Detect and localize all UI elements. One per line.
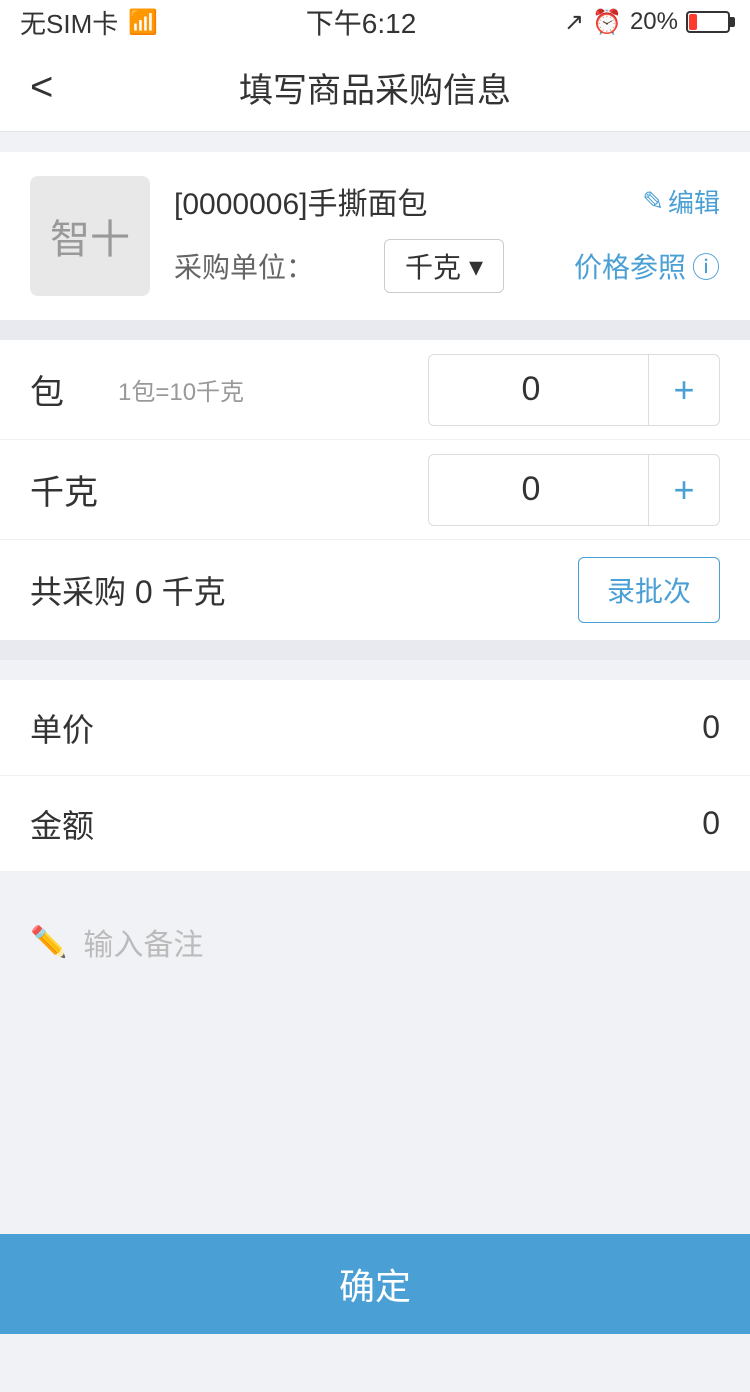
unit-price-label: 单价 [30,705,94,751]
amount-value: 0 [702,805,720,842]
section-divider-1 [0,320,750,340]
package-sublabel: 1包=10千克 [118,372,244,407]
price-ref-button[interactable]: 价格参照 ⓘ [574,246,720,286]
edit-button[interactable]: ✎ 编辑 [642,183,720,220]
chevron-down-icon: ▾ [469,250,483,283]
summary-row: 共采购 0 千克 录批次 [0,540,750,640]
input-section: 包 1包=10千克 + 千克 + [0,340,750,540]
battery-fill [689,14,697,30]
back-button[interactable]: < [20,55,63,120]
kilogram-field-wrapper: + [110,454,720,526]
nav-bar: < 填写商品采购信息 [0,44,750,132]
wifi-icon: 📶 [128,8,158,37]
status-bar: 无SIM卡 📶 下午6:12 ↗ ⏰ 20% [0,0,750,44]
edit-icon: ✎ [642,186,664,217]
pencil-icon: ✏️ [30,925,67,960]
location-icon: ↗ [564,8,584,37]
unit-price-row: 单价 0 [0,680,750,776]
package-input[interactable] [428,354,648,426]
amount-label: 金额 [30,801,94,847]
alarm-icon: ⏰ [592,8,622,37]
unit-label: 采购单位： [174,246,314,286]
info-icon: ⓘ [692,246,720,286]
status-left: 无SIM卡 📶 [20,4,158,41]
product-logo: 智十 [50,207,130,265]
summary-text: 共采购 0 千克 [30,567,226,613]
section-divider-2 [0,640,750,660]
battery-percent: 20% [630,8,678,36]
kilogram-label: 千克 [30,465,110,514]
edit-label: 编辑 [668,183,720,220]
price-section: 单价 0 金额 0 [0,680,750,872]
status-right: ↗ ⏰ 20% [564,8,730,37]
battery-icon [686,11,730,33]
confirm-button[interactable]: 确定 [0,1234,750,1334]
remark-placeholder: 输入备注 [83,920,203,964]
package-label: 包 [30,365,110,414]
package-field-wrapper: + [244,354,720,426]
batch-button[interactable]: 录批次 [578,557,720,623]
kilogram-input[interactable] [428,454,648,526]
unit-dropdown[interactable]: 千克 ▾ [384,239,504,293]
carrier-text: 无SIM卡 [20,4,118,41]
purchase-unit-row: 采购单位： 千克 ▾ 价格参照 ⓘ [174,239,720,293]
package-plus-button[interactable]: + [648,354,720,426]
unit-price-value: 0 [702,709,720,746]
kilogram-plus-button[interactable]: + [648,454,720,526]
status-time: 下午6:12 [306,2,417,42]
product-name: [0000006]手撕面包 [174,179,427,223]
page-title: 填写商品采购信息 [239,63,511,112]
amount-row: 金额 0 [0,776,750,872]
product-image: 智十 [30,176,150,296]
remark-section[interactable]: ✏️ 输入备注 [0,892,750,992]
product-info: [0000006]手撕面包 ✎ 编辑 采购单位： 千克 ▾ 价格参照 ⓘ [174,179,720,293]
kilogram-input-row: 千克 + [0,440,750,540]
price-ref-label: 价格参照 [574,246,686,286]
product-name-row: [0000006]手撕面包 ✎ 编辑 [174,179,720,223]
package-input-row: 包 1包=10千克 + [0,340,750,440]
unit-value: 千克 [405,246,461,286]
product-card: 智十 [0000006]手撕面包 ✎ 编辑 采购单位： 千克 ▾ 价格参照 ⓘ [0,152,750,320]
